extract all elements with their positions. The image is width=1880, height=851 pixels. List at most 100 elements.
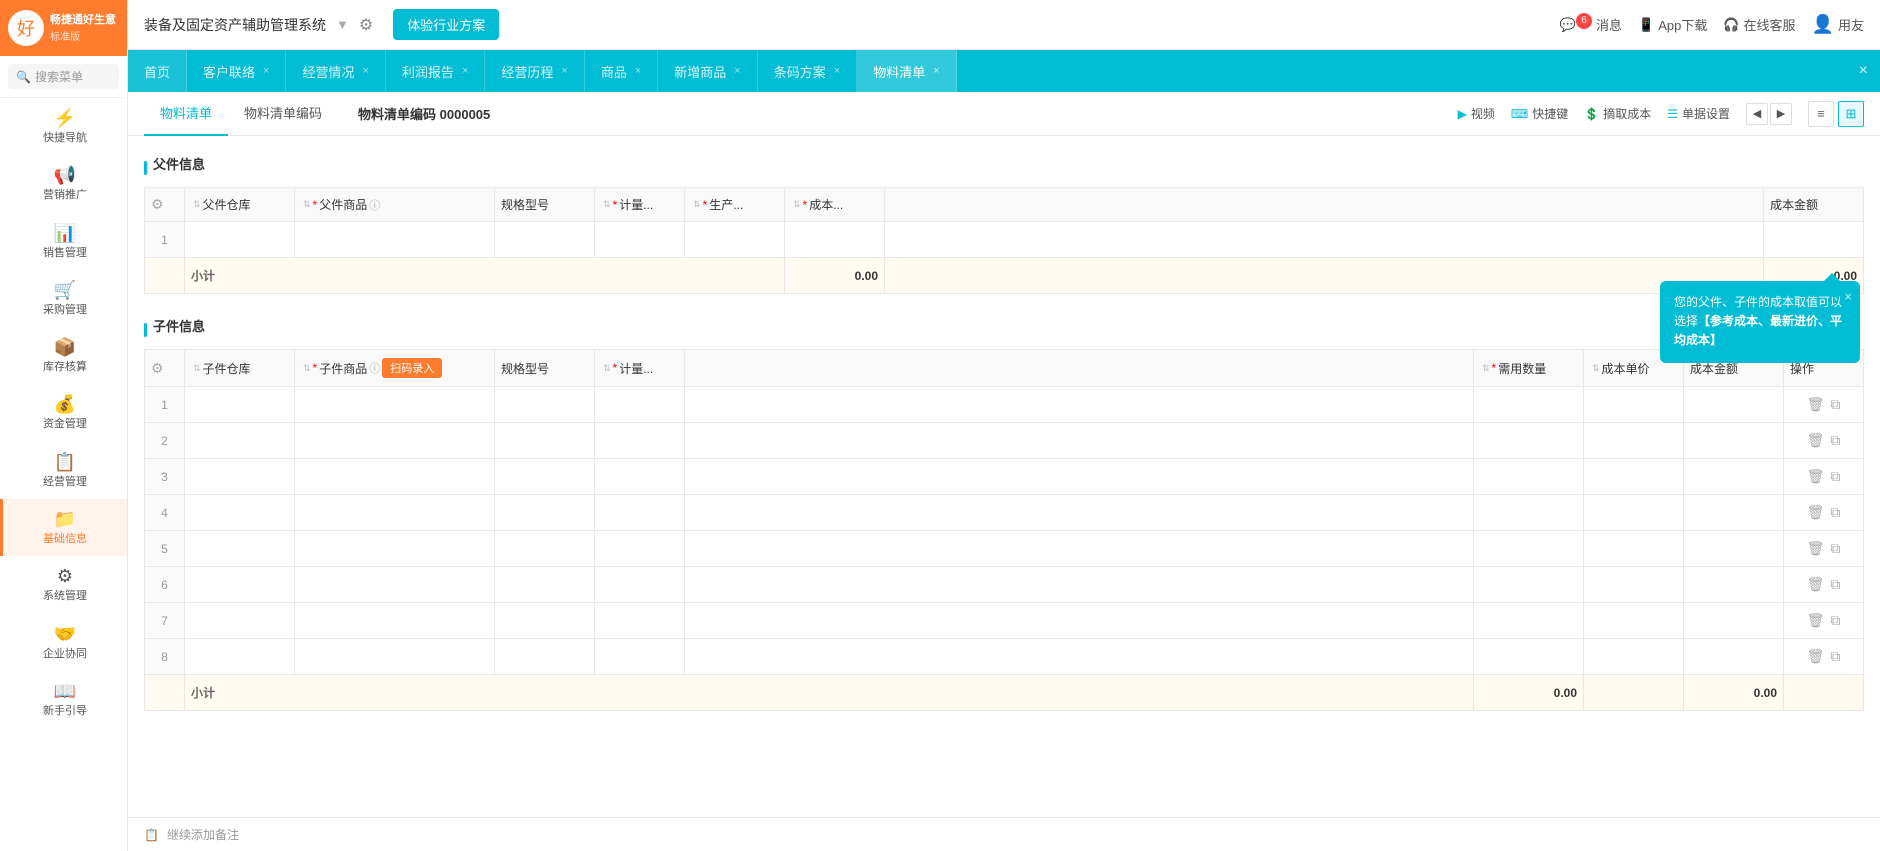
child-row-1-spec[interactable] (495, 387, 595, 423)
parent-row-1-produce[interactable] (685, 222, 785, 258)
child-row-4-delete-icon[interactable]: 🗑 (1807, 504, 1825, 521)
child-row-7-spec[interactable] (495, 603, 595, 639)
child-qty-sort[interactable]: ⇅ (1482, 363, 1490, 374)
next-arrow[interactable]: ▶ (1770, 103, 1792, 125)
parent-cost-sort[interactable]: ⇅ (793, 199, 801, 210)
child-row-3-unit-cost[interactable] (1584, 459, 1684, 495)
sidebar-item-sales[interactable]: 📊 销售管理 (0, 213, 127, 270)
parent-product-info-icon[interactable]: ⓘ (369, 197, 380, 213)
parent-produce-sort[interactable]: ⇅ (693, 199, 701, 210)
child-unit-sort[interactable]: ⇅ (603, 363, 611, 374)
child-row-5-spec[interactable] (495, 531, 595, 567)
child-row-1-warehouse[interactable] (185, 387, 295, 423)
nav-tab-bom[interactable]: 物料清单 × (857, 50, 956, 92)
nav-tab-new-goods[interactable]: 新增商品 × (658, 50, 757, 92)
doc-settings-action[interactable]: ☰ 单据设置 (1667, 105, 1730, 122)
child-row-5-unit-cost[interactable] (1584, 531, 1684, 567)
child-row-2-unit[interactable] (595, 423, 685, 459)
child-row-3-unit[interactable] (595, 459, 685, 495)
child-row-8-copy-icon[interactable]: ⧉ (1830, 648, 1840, 665)
child-row-5-warehouse[interactable] (185, 531, 295, 567)
sidebar-item-basic-info[interactable]: 📁 基础信息 (0, 499, 127, 556)
child-row-8-unit-cost[interactable] (1584, 639, 1684, 675)
child-row-6-warehouse[interactable] (185, 567, 295, 603)
child-row-2-copy-icon[interactable]: ⧉ (1830, 432, 1840, 449)
extract-cost-action[interactable]: 💲 摘取成本 (1584, 105, 1651, 122)
child-row-6-product[interactable] (295, 567, 495, 603)
nav-tab-profit-close[interactable]: × (462, 65, 468, 77)
sidebar-item-purchase[interactable]: 🛒 采购管理 (0, 270, 127, 327)
child-unit-cost-sort[interactable]: ⇅ (1592, 363, 1600, 374)
sidebar-item-guide[interactable]: 📖 新手引导 (0, 671, 127, 728)
nav-tab-bom-close[interactable]: × (933, 65, 939, 77)
child-row-5-unit[interactable] (595, 531, 685, 567)
child-row-1-delete-icon[interactable]: 🗑 (1807, 396, 1825, 413)
child-row-4-spec[interactable] (495, 495, 595, 531)
scan-button[interactable]: 扫码录入 (382, 358, 442, 378)
child-row-7-unit-cost[interactable] (1584, 603, 1684, 639)
app-download-item[interactable]: 📱 App下载 (1638, 15, 1707, 34)
child-row-4-product[interactable] (295, 495, 495, 531)
child-row-1-product[interactable] (295, 387, 495, 423)
child-row-2-product[interactable] (295, 423, 495, 459)
child-product-info-icon[interactable]: ⓘ (369, 360, 380, 376)
child-row-2-qty[interactable] (1474, 423, 1584, 459)
parent-unit-sort[interactable]: ⇅ (603, 199, 611, 210)
child-row-7-copy-icon[interactable]: ⧉ (1830, 612, 1840, 629)
nav-tab-history-close[interactable]: × (561, 65, 567, 77)
sidebar-item-quick-nav[interactable]: ⚡ 快捷导航 (0, 98, 127, 155)
child-row-7-warehouse[interactable] (185, 603, 295, 639)
list-view-btn[interactable]: ≡ (1808, 101, 1834, 127)
child-row-1-unit[interactable] (595, 387, 685, 423)
message-item[interactable]: 💬 6 消息 (1560, 15, 1622, 34)
child-row-3-product[interactable] (295, 459, 495, 495)
nav-tab-goods[interactable]: 商品 × (585, 50, 658, 92)
child-row-8-unit[interactable] (595, 639, 685, 675)
child-row-5-qty[interactable] (1474, 531, 1584, 567)
sidebar-item-marketing[interactable]: 📢 营销推广 (0, 155, 127, 212)
child-row-6-spec[interactable] (495, 567, 595, 603)
child-row-6-copy-icon[interactable]: ⧉ (1830, 576, 1840, 593)
parent-row-1-unit[interactable] (595, 222, 685, 258)
parent-row-1-warehouse[interactable] (185, 222, 295, 258)
tooltip-close-btn[interactable]: × (1844, 287, 1852, 308)
trial-button[interactable]: 体验行业方案 (393, 9, 499, 40)
child-row-8-spec[interactable] (495, 639, 595, 675)
child-row-6-unit-cost[interactable] (1584, 567, 1684, 603)
parent-row-1-product[interactable] (295, 222, 495, 258)
nav-tab-barcode-close[interactable]: × (834, 65, 840, 77)
child-row-3-delete-icon[interactable]: 🗑 (1807, 468, 1825, 485)
child-row-4-copy-icon[interactable]: ⧉ (1830, 504, 1840, 521)
nav-tab-customer-close[interactable]: × (263, 65, 269, 77)
child-row-4-warehouse[interactable] (185, 495, 295, 531)
search-input-wrapper[interactable]: 🔍 搜索菜单 (8, 64, 119, 89)
child-row-7-qty[interactable] (1474, 603, 1584, 639)
video-action[interactable]: ▶ 视频 (1458, 105, 1495, 122)
prev-arrow[interactable]: ◀ (1746, 103, 1768, 125)
sidebar-item-system[interactable]: ⚙ 系统管理 (0, 556, 127, 613)
settings-gear-icon[interactable]: ⚙ (359, 15, 373, 35)
search-area[interactable]: 🔍 搜索菜单 (0, 56, 127, 98)
child-row-6-unit[interactable] (595, 567, 685, 603)
child-row-7-product[interactable] (295, 603, 495, 639)
nav-tab-operation-close[interactable]: × (362, 65, 368, 77)
child-row-2-warehouse[interactable] (185, 423, 295, 459)
child-row-4-qty[interactable] (1474, 495, 1584, 531)
nav-tab-history[interactable]: 经营历程 × (485, 50, 584, 92)
child-row-8-warehouse[interactable] (185, 639, 295, 675)
child-row-4-unit[interactable] (595, 495, 685, 531)
child-row-7-unit[interactable] (595, 603, 685, 639)
user-item[interactable]: 👤 用友 (1812, 14, 1864, 35)
child-row-4-unit-cost[interactable] (1584, 495, 1684, 531)
nav-tab-customer[interactable]: 客户联络 × (187, 50, 286, 92)
parent-settings-gear-icon[interactable]: ⚙ (151, 196, 164, 212)
child-row-1-qty[interactable] (1474, 387, 1584, 423)
sidebar-item-inventory[interactable]: 📦 库存核算 (0, 327, 127, 384)
child-row-3-spec[interactable] (495, 459, 595, 495)
sidebar-item-finance[interactable]: 💰 资金管理 (0, 384, 127, 441)
child-row-8-qty[interactable] (1474, 639, 1584, 675)
sub-tab-bom-list[interactable]: 物料清单 (144, 92, 228, 136)
child-row-2-unit-cost[interactable] (1584, 423, 1684, 459)
child-row-2-spec[interactable] (495, 423, 595, 459)
nav-tab-home[interactable]: 首页 (128, 50, 187, 92)
